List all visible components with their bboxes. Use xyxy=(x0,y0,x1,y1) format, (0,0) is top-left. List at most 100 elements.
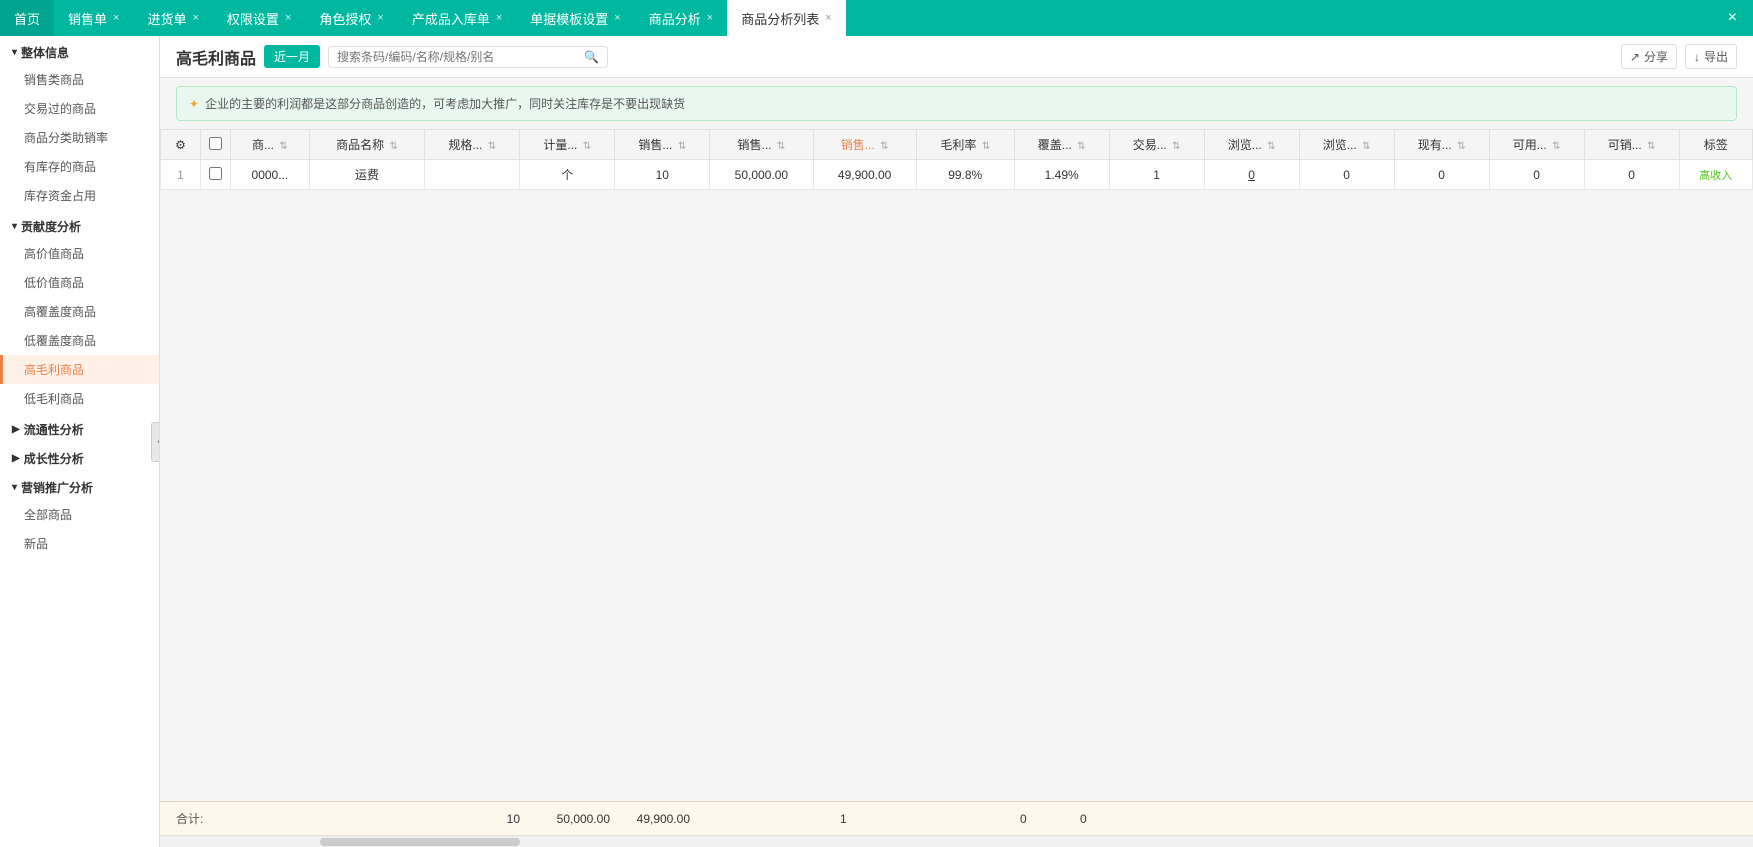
arrow-icon-2: ▾ xyxy=(12,221,17,232)
col-unit[interactable]: 计量... ⇅ xyxy=(520,130,615,160)
sort-icon-browse1: ⇅ xyxy=(1267,141,1275,152)
row-sales-profit: 49,900.00 xyxy=(813,160,916,190)
row-spec xyxy=(425,160,520,190)
tag-label: 高收入 xyxy=(1699,170,1732,182)
close-product-analysis[interactable]: × xyxy=(707,12,713,24)
col-available-stock[interactable]: 可用... ⇅ xyxy=(1489,130,1584,160)
row-browse1[interactable]: 0 xyxy=(1204,160,1299,190)
nav-purchase-order[interactable]: 进货单 × xyxy=(133,0,212,36)
col-name[interactable]: 商品名称 ⇅ xyxy=(309,130,425,160)
col-saleable-stock[interactable]: 可销... ⇅ xyxy=(1584,130,1679,160)
close-role-auth[interactable]: × xyxy=(377,12,383,24)
page-title: 高毛利商品 xyxy=(176,45,256,69)
row-checkbox[interactable] xyxy=(209,167,222,180)
sidebar-item-stock-capital[interactable]: 库存资金占用 xyxy=(0,181,159,210)
row-code: 0000... xyxy=(231,160,310,190)
sidebar-group-growth[interactable]: ▶ 成长性分析 xyxy=(0,442,159,471)
close-product-inbound[interactable]: × xyxy=(496,12,502,24)
window-close-button[interactable]: × xyxy=(1712,0,1753,36)
browse1-link[interactable]: 0 xyxy=(1248,168,1255,182)
sidebar-item-low-coverage[interactable]: 低覆盖度商品 xyxy=(0,326,159,355)
col-browse2[interactable]: 浏览... ⇅ xyxy=(1299,130,1394,160)
search-icon[interactable]: 🔍 xyxy=(584,50,599,64)
arrow-icon: ▾ xyxy=(12,47,17,58)
nav-sales-order[interactable]: 销售单 × xyxy=(54,0,133,36)
nav-product-inbound[interactable]: 产成品入库单 × xyxy=(398,0,516,36)
sort-icon-browse2: ⇅ xyxy=(1362,141,1370,152)
col-sales-profit[interactable]: 销售... ⇅ xyxy=(813,130,916,160)
nav-permission-settings[interactable]: 权限设置 × xyxy=(213,0,305,36)
nav-role-auth[interactable]: 角色授权 × xyxy=(305,0,397,36)
sidebar-group-overall[interactable]: ▾ 整体信息 xyxy=(0,36,159,65)
col-spec[interactable]: 规格... ⇅ xyxy=(425,130,520,160)
nav-template-settings[interactable]: 单据模板设置 × xyxy=(516,0,634,36)
col-current-stock[interactable]: 现有... ⇅ xyxy=(1394,130,1489,160)
sidebar-item-high-coverage[interactable]: 高覆盖度商品 xyxy=(0,297,159,326)
close-purchase-order[interactable]: × xyxy=(192,12,198,24)
sidebar-item-new-goods[interactable]: 新品 xyxy=(0,529,159,558)
table-row: 1 0000... 运费 个 10 50,000.00 49,900.00 99… xyxy=(161,160,1753,190)
nav-product-analysis-list[interactable]: 商品分析列表 × xyxy=(727,0,845,36)
col-gross-margin[interactable]: 毛利率 ⇅ xyxy=(916,130,1014,160)
col-coverage[interactable]: 覆盖... ⇅ xyxy=(1014,130,1109,160)
sort-icon-coverage: ⇅ xyxy=(1077,141,1085,152)
sidebar-collapse-button[interactable]: « xyxy=(151,422,160,462)
export-button[interactable]: ↓ 导出 xyxy=(1685,44,1737,69)
search-input[interactable] xyxy=(337,50,584,64)
sort-icon-sales-qty: ⇅ xyxy=(678,141,686,152)
sort-icon-name: ⇅ xyxy=(390,141,398,152)
sidebar-item-traded-goods[interactable]: 交易过的商品 xyxy=(0,94,159,123)
nav-product-analysis[interactable]: 商品分析 × xyxy=(635,0,727,36)
search-box: 🔍 xyxy=(328,46,608,68)
sidebar-item-high-value[interactable]: 高价值商品 xyxy=(0,239,159,268)
footer-transaction: 1 xyxy=(813,812,873,826)
horizontal-scrollbar[interactable] xyxy=(160,835,1753,847)
table-container: ⚙ 商... ⇅ 商品名称 ⇅ 规格... xyxy=(160,129,1753,801)
time-filter-button[interactable]: 近一月 xyxy=(264,45,320,68)
col-browse1[interactable]: 浏览... ⇅ xyxy=(1204,130,1299,160)
sidebar-item-sales-goods[interactable]: 销售类商品 xyxy=(0,65,159,94)
close-permission-settings[interactable]: × xyxy=(285,12,291,24)
sort-icon-unit: ⇅ xyxy=(583,141,591,152)
arrow-icon-3: ▶ xyxy=(12,424,20,435)
sidebar-item-category-rate[interactable]: 商品分类助销率 xyxy=(0,123,159,152)
sidebar-group-contribution[interactable]: ▾ 贡献度分析 xyxy=(0,210,159,239)
col-code[interactable]: 商... ⇅ xyxy=(231,130,310,160)
share-button[interactable]: ↗ 分享 xyxy=(1621,44,1677,69)
col-tag[interactable]: 标签 xyxy=(1679,130,1752,160)
arrow-icon-4: ▶ xyxy=(12,453,20,464)
sidebar-item-stock-goods[interactable]: 有库存的商品 xyxy=(0,152,159,181)
top-nav: 首页 销售单 × 进货单 × 权限设置 × 角色授权 × 产成品入库单 × 单据… xyxy=(0,0,1753,36)
col-settings[interactable]: ⚙ xyxy=(161,130,201,160)
col-sales-amount[interactable]: 销售... ⇅ xyxy=(710,130,813,160)
close-sales-order[interactable]: × xyxy=(113,12,119,24)
row-checkbox-cell[interactable] xyxy=(201,160,231,190)
sidebar-item-all-goods[interactable]: 全部商品 xyxy=(0,500,159,529)
select-all-checkbox[interactable] xyxy=(209,137,222,150)
col-transaction[interactable]: 交易... ⇅ xyxy=(1109,130,1204,160)
sort-icon-current-stock: ⇅ xyxy=(1457,141,1465,152)
scrollbar-thumb[interactable] xyxy=(320,838,520,846)
info-icon: ✦ xyxy=(189,97,199,111)
close-template-settings[interactable]: × xyxy=(614,12,620,24)
sidebar: « ▾ 整体信息 销售类商品 交易过的商品 商品分类助销率 有库存的商品 库存资… xyxy=(0,36,160,847)
close-product-analysis-list[interactable]: × xyxy=(825,12,831,24)
row-sales-amount: 50,000.00 xyxy=(710,160,813,190)
nav-home[interactable]: 首页 xyxy=(0,0,54,36)
table-header-row: ⚙ 商... ⇅ 商品名称 ⇅ 规格... xyxy=(161,130,1753,160)
sort-icon-saleable-stock: ⇅ xyxy=(1647,141,1655,152)
sort-icon-spec: ⇅ xyxy=(488,141,496,152)
row-coverage: 1.49% xyxy=(1014,160,1109,190)
sidebar-group-liquidity[interactable]: ▶ 流通性分析 xyxy=(0,413,159,442)
row-saleable-stock: 0 xyxy=(1584,160,1679,190)
sidebar-item-low-value[interactable]: 低价值商品 xyxy=(0,268,159,297)
sidebar-group-marketing[interactable]: ▾ 营销推广分析 xyxy=(0,471,159,500)
sidebar-item-high-margin[interactable]: 高毛利商品 xyxy=(0,355,159,384)
footer-sales-profit: 49,900.00 xyxy=(623,812,703,826)
row-num: 1 xyxy=(161,160,201,190)
col-checkbox[interactable] xyxy=(201,130,231,160)
sidebar-item-low-margin[interactable]: 低毛利商品 xyxy=(0,384,159,413)
col-sales-qty[interactable]: 销售... ⇅ xyxy=(615,130,710,160)
footer-available-stock: 0 xyxy=(1053,812,1113,826)
footer-label: 合计: xyxy=(176,810,203,827)
